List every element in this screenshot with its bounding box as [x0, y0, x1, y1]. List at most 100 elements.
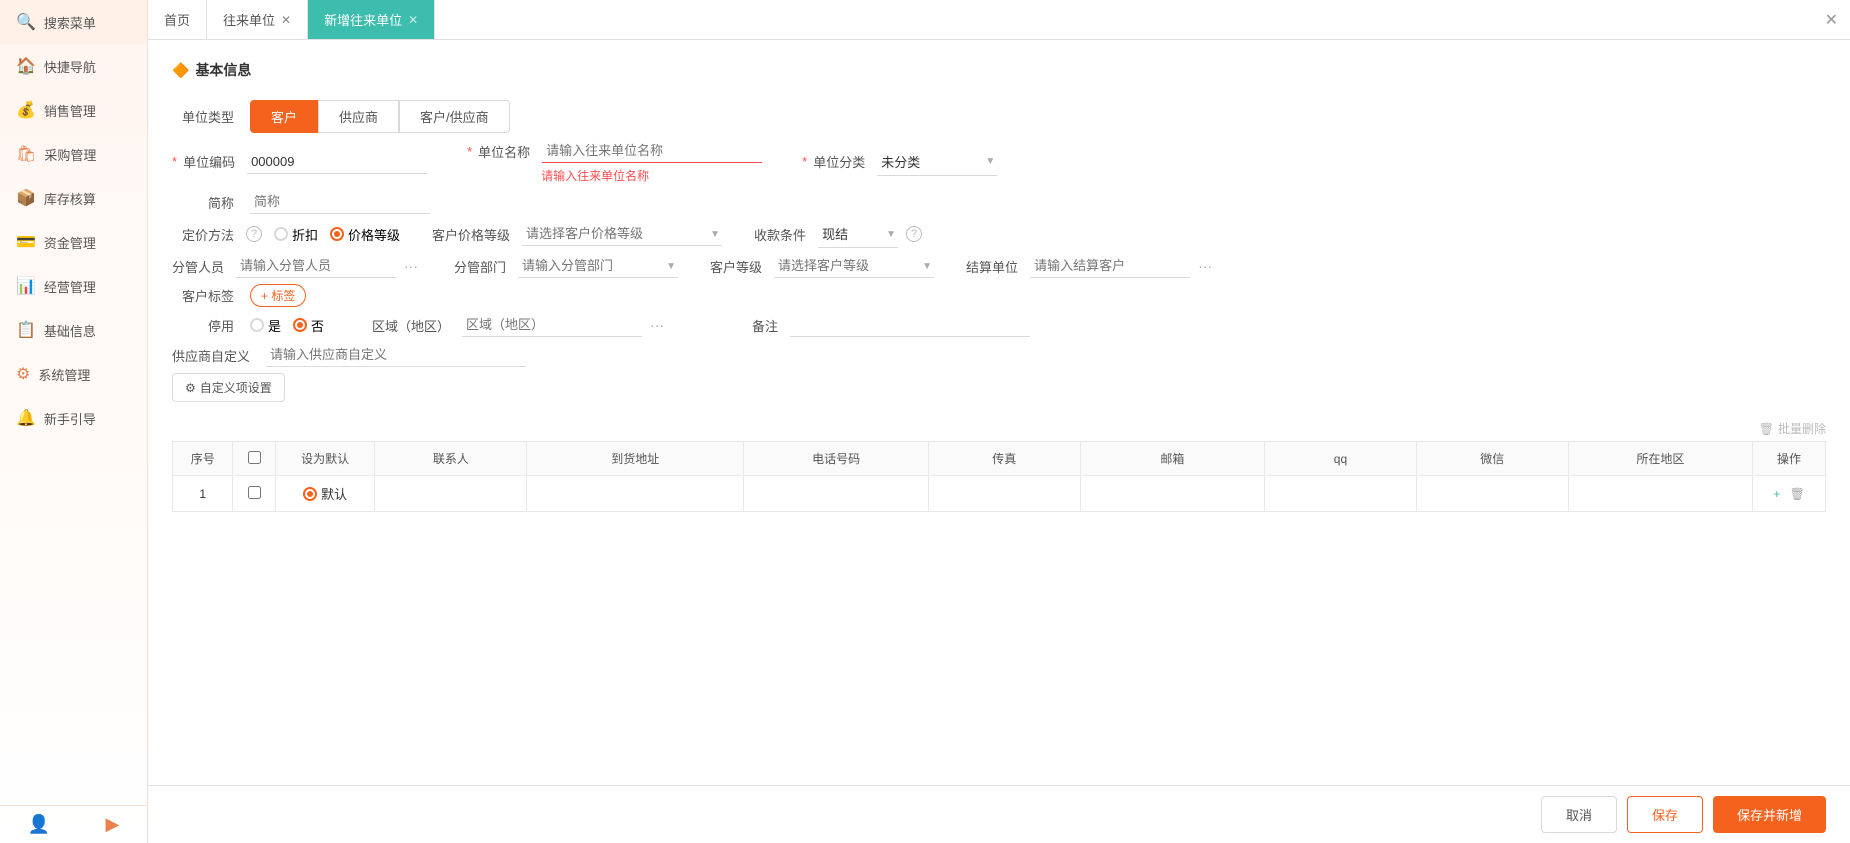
- add-tag-button[interactable]: + 标签: [250, 284, 306, 307]
- col-default: [233, 442, 275, 476]
- cell-email[interactable]: [1080, 476, 1264, 512]
- table-row: 1 默认: [173, 476, 1826, 512]
- unit-name-error: 请输入往来单位名称: [541, 169, 649, 183]
- address-input[interactable]: [575, 482, 695, 505]
- sidebar-item-operations[interactable]: 📊 经营管理: [0, 264, 147, 308]
- save-button[interactable]: 保存: [1627, 796, 1703, 833]
- unit-name-input[interactable]: [542, 139, 762, 163]
- contact-input[interactable]: [411, 482, 491, 505]
- payment-terms-field: 收款条件 现结 ▼ ?: [754, 220, 922, 248]
- col-fax: 传真: [928, 442, 1080, 476]
- table-header-row: 序号 设为默认 联系人 到货地址 电话号码 传真 邮箱 qq 微信 所在地区: [173, 442, 1826, 476]
- unit-category-value[interactable]: 未分类: [877, 148, 997, 176]
- sidebar-item-system[interactable]: ⚙ 系统管理: [0, 352, 147, 396]
- sidebar-item-search[interactable]: 🔍 搜索菜单: [0, 0, 147, 44]
- sidebar-item-label: 快捷导航: [44, 57, 96, 76]
- cell-qq[interactable]: [1265, 476, 1417, 512]
- manager-more-btn[interactable]: ···: [400, 258, 422, 274]
- pricing-help-icon[interactable]: ?: [246, 226, 262, 242]
- unit-code-input[interactable]: [247, 150, 427, 174]
- radio-disable-yes[interactable]: 是: [250, 316, 281, 335]
- short-name-input[interactable]: [250, 190, 430, 214]
- sidebar-item-purchase[interactable]: 🛍 采购管理: [0, 132, 147, 176]
- email-input[interactable]: [1122, 482, 1222, 505]
- default-radio[interactable]: 默认: [282, 484, 369, 503]
- disable-label: 停用: [172, 316, 242, 335]
- select-all-checkbox[interactable]: [248, 451, 261, 464]
- weixin-input[interactable]: [1452, 482, 1532, 505]
- cell-region[interactable]: [1568, 476, 1752, 512]
- department-field: 分管部门 ▼: [454, 254, 678, 278]
- col-seq: 序号: [173, 442, 233, 476]
- supplier-custom-input[interactable]: [266, 343, 526, 367]
- type-btn-customer[interactable]: 客户: [250, 100, 318, 133]
- cell-seq: 1: [173, 476, 233, 512]
- payment-terms-value[interactable]: 现结: [818, 220, 898, 248]
- sidebar-item-quick-nav[interactable]: 🏠 快捷导航: [0, 44, 147, 88]
- radio-price-level[interactable]: 价格等级: [330, 225, 400, 244]
- remark-input[interactable]: [790, 313, 1030, 337]
- settlement-more-btn[interactable]: ···: [1194, 258, 1216, 274]
- row-checkbox[interactable]: [248, 486, 261, 499]
- tab-close-icon[interactable]: ✕: [408, 13, 418, 27]
- region-cell-input[interactable]: [1610, 482, 1710, 505]
- cell-phone[interactable]: [744, 476, 928, 512]
- sidebar-user-icon[interactable]: 👤: [28, 814, 50, 835]
- col-address: 到货地址: [527, 442, 744, 476]
- cancel-button[interactable]: 取消: [1541, 796, 1617, 833]
- unit-category-field: * 单位分类 未分类 ▼: [802, 148, 997, 176]
- type-btn-both[interactable]: 客户/供应商: [399, 100, 510, 133]
- tab-home[interactable]: 首页: [148, 0, 207, 39]
- basic-info-icon: 📋: [16, 320, 36, 340]
- radio-discount[interactable]: 折扣: [274, 225, 318, 244]
- customer-level-input[interactable]: [774, 254, 934, 278]
- sidebar-item-label: 系统管理: [38, 365, 90, 384]
- phone-input[interactable]: [786, 482, 886, 505]
- region-more-btn[interactable]: ···: [646, 317, 668, 333]
- remark-label: 备注: [716, 316, 786, 335]
- radio-disable-yes-label: 是: [268, 316, 281, 335]
- settlement-unit-input[interactable]: [1030, 254, 1190, 278]
- cell-fax[interactable]: [928, 476, 1080, 512]
- sidebar-item-label: 新手引导: [44, 409, 96, 428]
- sidebar-item-finance[interactable]: 💳 资金管理: [0, 220, 147, 264]
- customer-price-level-input[interactable]: [522, 222, 722, 246]
- tab-counterparty[interactable]: 往来单位 ✕: [207, 0, 308, 39]
- type-btn-supplier[interactable]: 供应商: [318, 100, 399, 133]
- fax-input[interactable]: [964, 482, 1044, 505]
- customer-price-level-label: 客户价格等级: [432, 225, 518, 244]
- add-row-btn[interactable]: +: [1773, 487, 1780, 501]
- sidebar-item-label: 资金管理: [44, 233, 96, 252]
- qq-input[interactable]: [1300, 482, 1380, 505]
- radio-disable-no-circle: [293, 318, 307, 332]
- save-new-button[interactable]: 保存并新增: [1713, 796, 1826, 833]
- home-icon: 🏠: [16, 56, 36, 76]
- customer-price-level-field: 客户价格等级 ▼: [432, 222, 722, 246]
- department-input[interactable]: [518, 254, 678, 278]
- sidebar-item-inventory[interactable]: 📦 库存核算: [0, 176, 147, 220]
- sidebar-item-sales[interactable]: 💰 销售管理: [0, 88, 147, 132]
- delete-row-btn[interactable]: 🗑: [1790, 487, 1805, 501]
- default-label: 默认: [321, 484, 347, 503]
- payment-terms-label: 收款条件: [754, 225, 814, 244]
- radio-disable-no[interactable]: 否: [293, 316, 324, 335]
- cell-weixin[interactable]: [1416, 476, 1568, 512]
- manager-input[interactable]: [236, 254, 396, 278]
- disable-region-row: 停用 是 否 区域（地区） ···: [172, 313, 1826, 337]
- tab-close-icon[interactable]: ✕: [281, 13, 291, 27]
- cell-contact[interactable]: [375, 476, 527, 512]
- custom-settings-button[interactable]: ⚙ 自定义项设置: [172, 373, 285, 402]
- tab-new-counterparty[interactable]: 新增往来单位 ✕: [308, 0, 435, 39]
- payment-help-icon[interactable]: ?: [906, 226, 922, 242]
- sidebar-expand-icon[interactable]: ▶: [105, 814, 119, 835]
- unit-name-field: * 单位名称 请输入往来单位名称: [467, 139, 762, 184]
- sidebar-item-guide[interactable]: 🔔 新手引导: [0, 396, 147, 440]
- close-all-tabs[interactable]: ✕: [1813, 0, 1850, 39]
- col-qq: qq: [1265, 442, 1417, 476]
- region-input[interactable]: [462, 313, 642, 337]
- sidebar-item-basic-info[interactable]: 📋 基础信息: [0, 308, 147, 352]
- batch-delete-button[interactable]: 🗑 批量删除: [1759, 420, 1826, 437]
- cell-address[interactable]: [527, 476, 744, 512]
- cell-default: 默认: [275, 476, 375, 512]
- radio-price-level-circle: [330, 227, 344, 241]
